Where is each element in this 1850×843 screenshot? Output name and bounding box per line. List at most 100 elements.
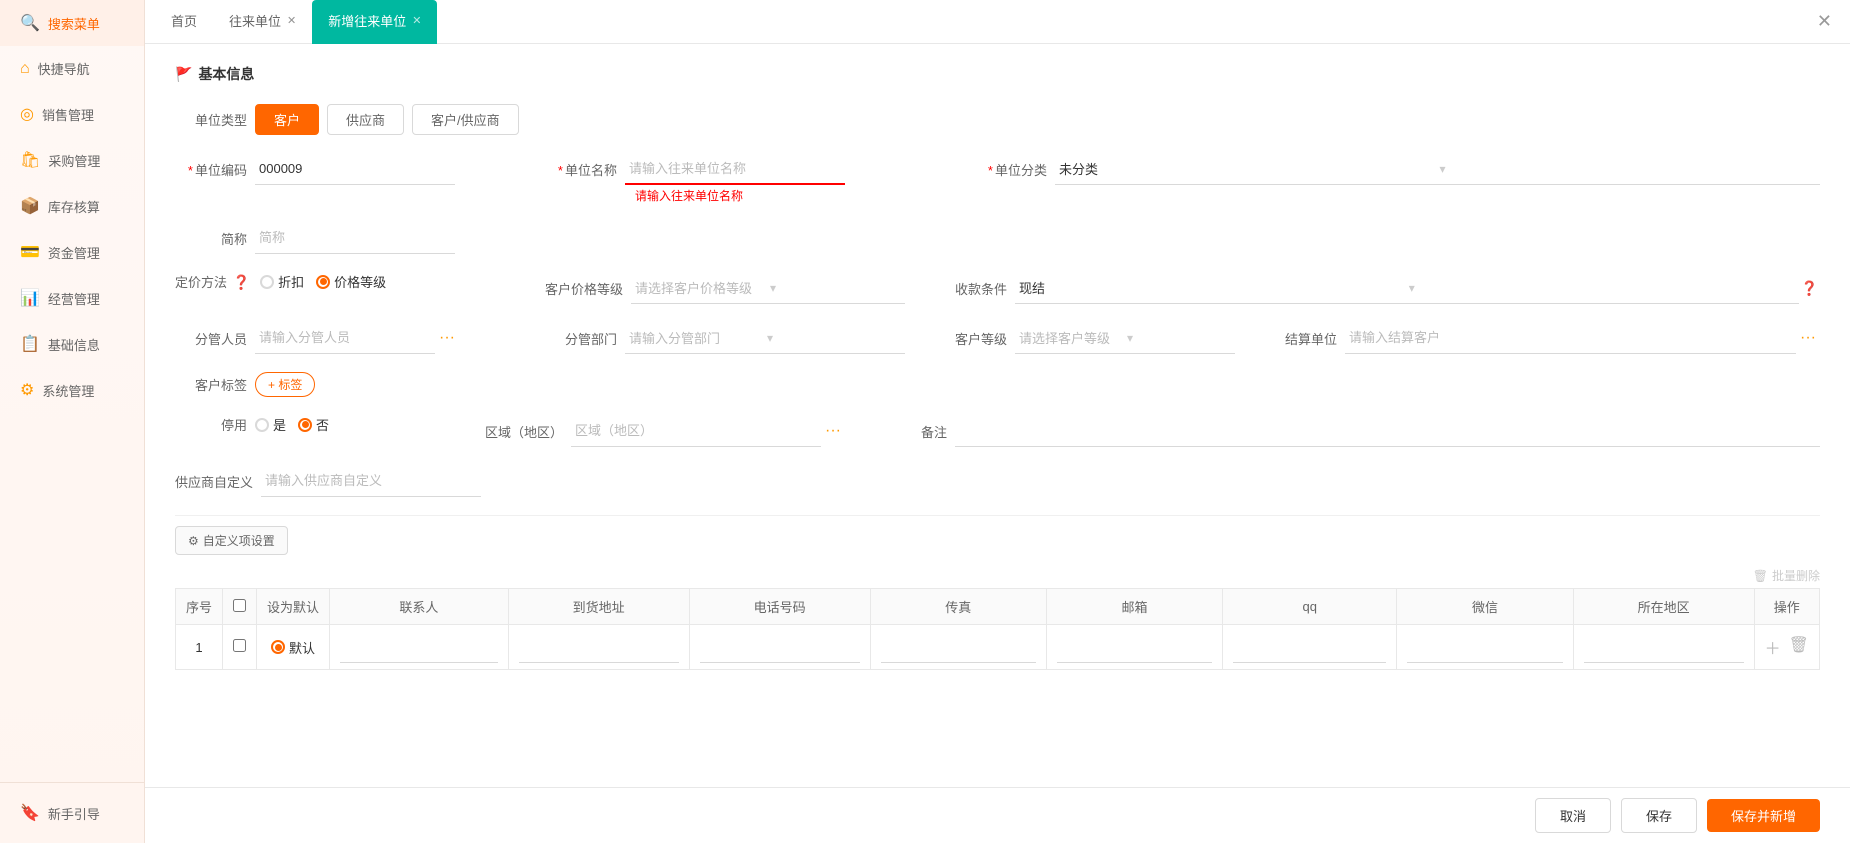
radio-discount-circle <box>260 275 274 289</box>
add-row-icon[interactable]: ＋ <box>1765 635 1781 659</box>
cell-actions: ＋ 🗑 <box>1754 625 1819 670</box>
operations-icon: 📊 <box>20 288 40 308</box>
customer-price-level-group: 客户价格等级 请选择客户价格等级 ▾ <box>545 272 905 304</box>
contact-input[interactable] <box>340 631 498 663</box>
disabled-label: 停用 <box>175 415 255 434</box>
supplier-custom-group: 供应商自定义 <box>175 465 575 497</box>
payment-terms-help-icon[interactable]: ❓ <box>1799 280 1820 297</box>
supervisor-label: 分管人员 <box>175 329 255 348</box>
unit-btn-customer[interactable]: 客户 <box>255 104 319 135</box>
col-wechat: 微信 <box>1397 589 1573 625</box>
radio-disabled-yes[interactable]: 是 <box>255 415 286 434</box>
cancel-button[interactable]: 取消 <box>1535 798 1611 833</box>
radio-discount[interactable]: 折扣 <box>260 272 304 291</box>
cell-seq: 1 <box>176 625 223 670</box>
search-icon: 🔍 <box>20 13 40 33</box>
unit-btn-supplier[interactable]: 供应商 <box>327 104 404 135</box>
tab-bar: 首页 往来单位 ✕ 新增往来单位 ✕ ✕ <box>145 0 1850 44</box>
abbr-input[interactable] <box>255 222 455 254</box>
sidebar-item-finance[interactable]: 💳 资金管理 <box>0 229 144 275</box>
tab-partners-close[interactable]: ✕ <box>287 14 296 27</box>
remark-input[interactable] <box>955 415 1820 447</box>
settlement-input[interactable] <box>1345 322 1796 354</box>
region-group: 区域（地区） ··· <box>485 415 845 447</box>
sidebar-item-operations[interactable]: 📊 经营管理 <box>0 275 144 321</box>
sidebar-item-guide[interactable]: 🔖 新手引导 <box>0 793 144 833</box>
pricing-help-icon[interactable]: ❓ <box>231 274 252 290</box>
unit-category-select[interactable]: 未分类 ▾ <box>1055 153 1820 185</box>
sidebar-item-search[interactable]: 🔍 搜索菜单 <box>0 0 144 46</box>
sidebar: 🔍 搜索菜单 ⌂ 快捷导航 ◎ 销售管理 🛍 采购管理 📦 库存核算 💳 资金管… <box>0 0 145 843</box>
unit-code-input[interactable] <box>255 153 455 185</box>
content-area: 🚩 基本信息 单位类型 客户 供应商 客户/供应商 *单位编码 <box>145 44 1850 787</box>
settlement-group: 结算单位 ··· <box>1265 322 1820 354</box>
payment-terms-label: 收款条件 <box>935 279 1015 298</box>
supervisor-input[interactable] <box>255 322 435 354</box>
table-row: 1 默认 <box>176 625 1820 670</box>
qq-input[interactable] <box>1233 631 1386 663</box>
sidebar-item-quicknav[interactable]: ⌂ 快捷导航 <box>0 46 144 91</box>
unit-category-label: *单位分类 <box>975 160 1055 179</box>
supervisor-more-icon[interactable]: ··· <box>435 329 459 347</box>
tab-home[interactable]: 首页 <box>155 0 213 44</box>
region-more-icon[interactable]: ··· <box>821 422 845 440</box>
sidebar-item-sales[interactable]: ◎ 销售管理 <box>0 91 144 137</box>
department-select[interactable]: 请输入分管部门 ▾ <box>625 322 905 354</box>
unit-name-input[interactable] <box>625 153 845 185</box>
add-tag-button[interactable]: + 标签 <box>255 372 315 397</box>
fax-input[interactable] <box>881 631 1036 663</box>
cell-phone <box>689 625 870 670</box>
select-all-checkbox[interactable] <box>233 599 246 612</box>
tags-label: 客户标签 <box>175 375 255 394</box>
tab-bar-close[interactable]: ✕ <box>1809 11 1840 32</box>
batch-delete-button[interactable]: 🗑 批量删除 <box>175 567 1820 584</box>
radio-disabled-no[interactable]: 否 <box>298 415 329 434</box>
payment-terms-select[interactable]: 现结 ▾ <box>1015 272 1799 304</box>
unit-btn-both[interactable]: 客户/供应商 <box>412 104 519 135</box>
abbr-group: 简称 <box>175 222 515 254</box>
tab-new-partner-close[interactable]: ✕ <box>412 14 421 27</box>
sidebar-item-basic[interactable]: 📋 基础信息 <box>0 321 144 367</box>
remark-label: 备注 <box>875 422 955 441</box>
radio-price-level[interactable]: 价格等级 <box>316 272 386 291</box>
delete-icon: 🗑 <box>1753 569 1768 583</box>
email-input[interactable] <box>1057 631 1212 663</box>
supplier-custom-input[interactable] <box>261 465 481 497</box>
default-radio[interactable]: 默认 <box>271 638 315 657</box>
customer-level-label: 客户等级 <box>935 329 1015 348</box>
radio-no-circle <box>298 418 312 432</box>
price-level-chevron-icon: ▾ <box>766 281 901 295</box>
wechat-input[interactable] <box>1407 631 1562 663</box>
contacts-table: 序号 设为默认 联系人 到货地址 电话号码 传真 邮箱 qq 微信 所在地区 操… <box>175 588 1820 670</box>
sidebar-item-system[interactable]: ⚙ 系统管理 <box>0 367 144 413</box>
tags-row: 客户标签 + 标签 <box>175 372 1820 397</box>
unit-code-label: *单位编码 <box>175 160 255 179</box>
save-and-new-button[interactable]: 保存并新增 <box>1707 799 1820 832</box>
settlement-label: 结算单位 <box>1265 329 1345 348</box>
inventory-icon: 📦 <box>20 196 40 216</box>
settlement-more-icon[interactable]: ··· <box>1796 329 1820 347</box>
customer-level-select[interactable]: 请选择客户等级 ▾ <box>1015 322 1235 354</box>
col-location: 所在地区 <box>1573 589 1754 625</box>
location-input[interactable] <box>1584 631 1744 663</box>
delete-row-icon[interactable]: 🗑 <box>1789 635 1809 659</box>
guide-icon: 🔖 <box>20 803 40 823</box>
phone-input[interactable] <box>700 631 860 663</box>
supervisor-row: 分管人员 ··· 分管部门 请输入分管部门 ▾ 客户等级 <box>175 322 1820 354</box>
address-input[interactable] <box>519 631 679 663</box>
cell-location <box>1573 625 1754 670</box>
tab-partners[interactable]: 往来单位 ✕ <box>213 0 312 44</box>
sidebar-item-inventory[interactable]: 📦 库存核算 <box>0 183 144 229</box>
unit-category-group: *单位分类 未分类 ▾ <box>975 153 1820 185</box>
tab-new-partner[interactable]: 新增往来单位 ✕ <box>312 0 437 44</box>
row-checkbox[interactable] <box>233 639 246 652</box>
cell-checkbox <box>223 625 257 670</box>
save-button[interactable]: 保存 <box>1621 798 1697 833</box>
disabled-row: 停用 是 否 区域（地区） <box>175 415 1820 447</box>
cell-address <box>508 625 689 670</box>
customer-price-level-select[interactable]: 请选择客户价格等级 ▾ <box>631 272 905 304</box>
region-input[interactable] <box>571 415 821 447</box>
unit-type-group: 单位类型 客户 供应商 客户/供应商 <box>175 104 1820 135</box>
sidebar-item-purchase[interactable]: 🛍 采购管理 <box>0 137 144 183</box>
custom-settings-button[interactable]: ⚙ 自定义项设置 <box>175 526 288 555</box>
